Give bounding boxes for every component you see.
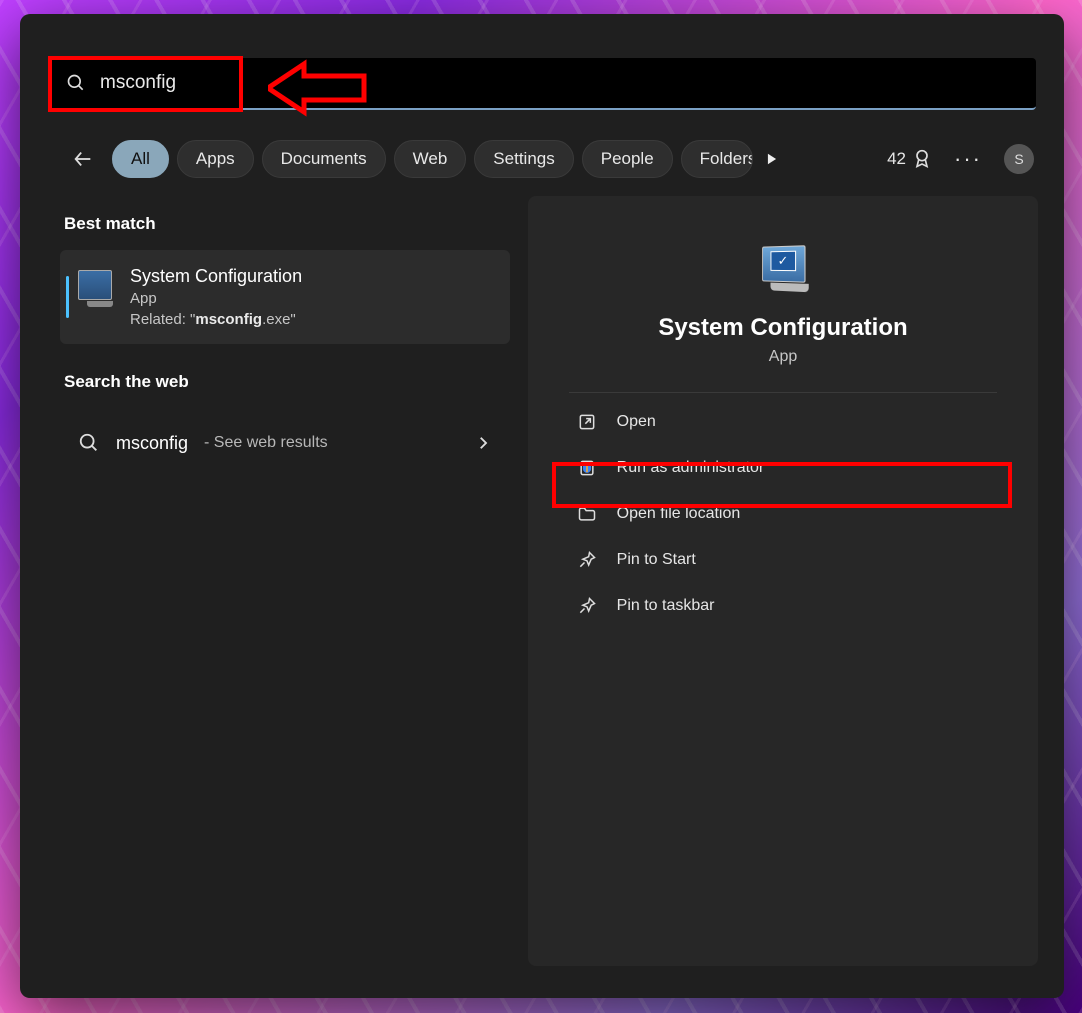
tab-people[interactable]: People (582, 140, 673, 178)
rewards-icon (912, 149, 932, 169)
preview-pane: System Configuration App Open Run as adm… (528, 196, 1038, 966)
filter-tabs-row: All Apps Documents Web Settings People F… (68, 136, 1034, 182)
open-icon (577, 412, 597, 432)
result-subtitle: App (130, 290, 302, 307)
folder-icon (577, 504, 597, 524)
more-options-button[interactable]: ··· (954, 146, 982, 172)
start-search-panel: All Apps Documents Web Settings People F… (20, 14, 1064, 998)
pin-icon (577, 596, 597, 616)
action-run-as-admin-label: Run as administrator (617, 459, 765, 477)
separator (569, 392, 998, 393)
web-search-suffix: - See web results (204, 434, 328, 452)
action-open-file-location[interactable]: Open file location (569, 491, 998, 537)
preview-subtitle: App (769, 348, 797, 366)
action-open-file-location-label: Open file location (617, 505, 741, 523)
tab-settings[interactable]: Settings (474, 140, 573, 178)
tab-documents[interactable]: Documents (262, 140, 386, 178)
search-input[interactable] (100, 72, 1018, 94)
web-search-term: msconfig (116, 433, 188, 454)
tab-apps[interactable]: Apps (177, 140, 254, 178)
action-open[interactable]: Open (569, 399, 998, 445)
search-bar[interactable] (48, 58, 1036, 110)
result-title: System Configuration (130, 266, 302, 287)
rewards-points: 42 (887, 149, 906, 169)
shield-icon (577, 458, 597, 478)
results-left-column: Best match System Configuration App Rela… (60, 206, 510, 466)
action-run-as-admin[interactable]: Run as administrator (569, 445, 998, 491)
chevron-right-icon (474, 434, 492, 452)
pin-icon (577, 550, 597, 570)
preview-title: System Configuration (658, 314, 907, 342)
search-icon (78, 432, 100, 454)
system-configuration-icon (78, 270, 112, 300)
back-button[interactable] (68, 144, 98, 174)
action-pin-to-start[interactable]: Pin to Start (569, 537, 998, 583)
tab-all[interactable]: All (112, 140, 169, 178)
search-web-heading: Search the web (64, 372, 510, 392)
action-pin-to-taskbar-label: Pin to taskbar (617, 597, 715, 615)
preview-actions: Open Run as administrator Open file loca… (569, 399, 998, 629)
action-pin-to-taskbar[interactable]: Pin to taskbar (569, 583, 998, 629)
tab-folders[interactable]: Folders (681, 140, 753, 178)
system-configuration-large-icon (762, 245, 805, 282)
rewards-indicator[interactable]: 42 (887, 149, 932, 169)
action-pin-to-start-label: Pin to Start (617, 551, 696, 569)
action-open-label: Open (617, 413, 656, 431)
best-match-result[interactable]: System Configuration App Related: "mscon… (60, 250, 510, 344)
tabs-overflow-button[interactable] (761, 148, 783, 170)
account-avatar[interactable]: S (1004, 144, 1034, 174)
search-icon (66, 73, 86, 93)
search-web-result[interactable]: msconfig - See web results (60, 420, 510, 466)
best-match-heading: Best match (64, 214, 510, 234)
tab-web[interactable]: Web (394, 140, 467, 178)
result-related: Related: "msconfig.exe" (130, 311, 302, 328)
